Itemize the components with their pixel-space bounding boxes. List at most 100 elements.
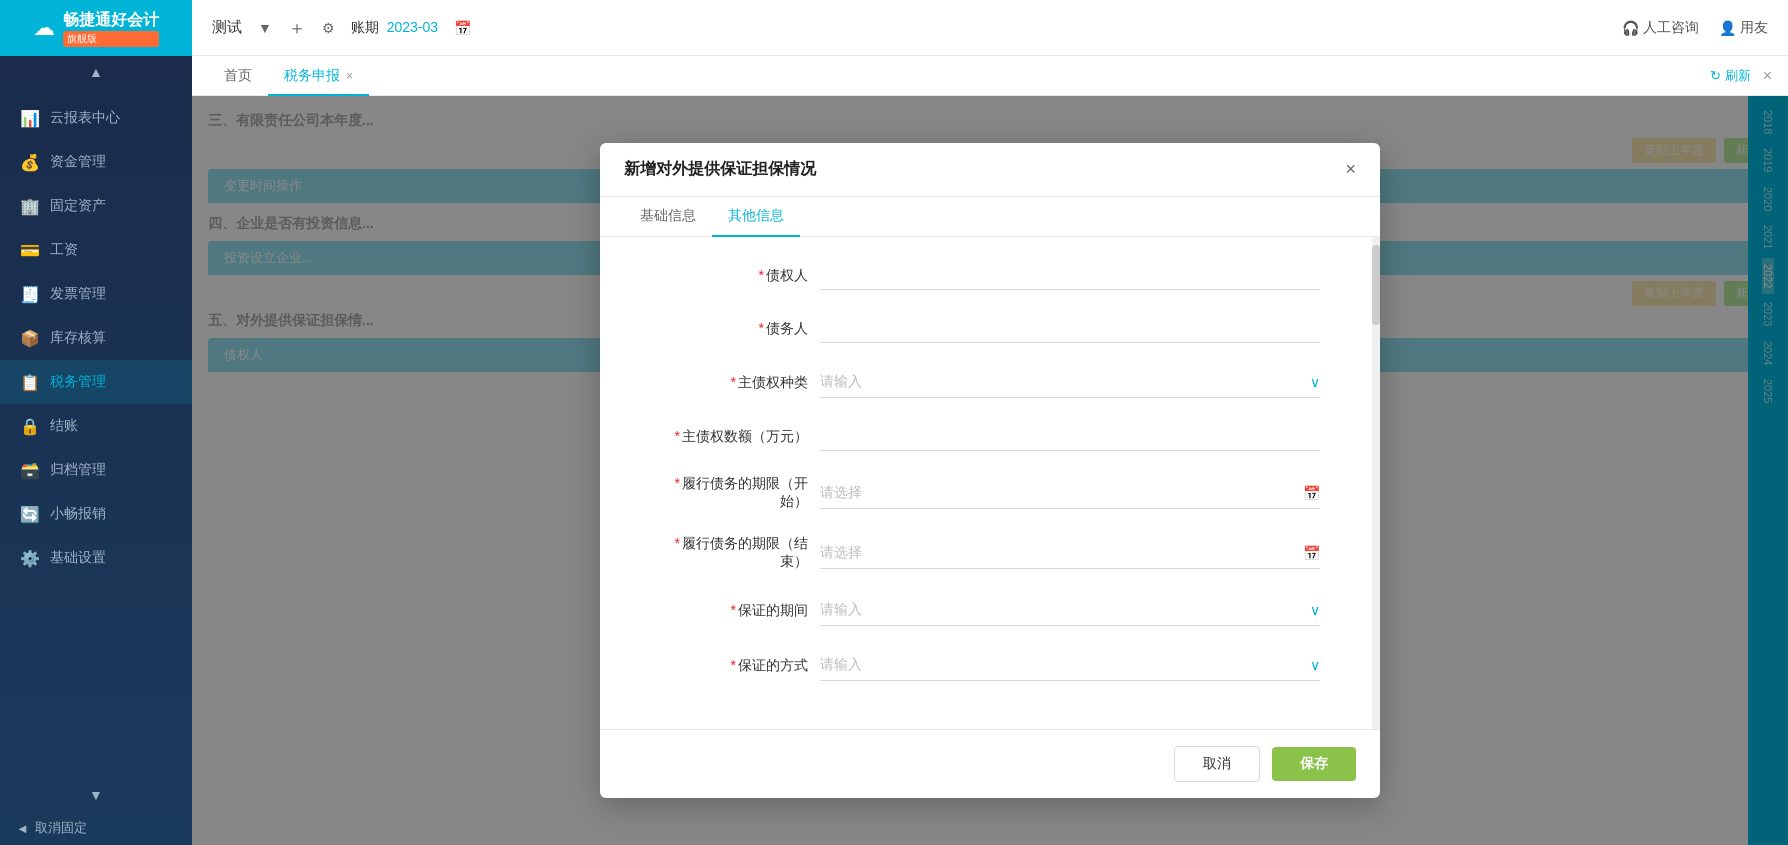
field-period-end: *履行债务的期限（结束） 请选择 📅 [660, 535, 1320, 571]
debt-type-placeholder: 请输入 [820, 373, 862, 391]
period-end-picker[interactable]: 请选择 📅 [820, 538, 1320, 569]
settings-icon: ⚙️ [20, 548, 40, 568]
headset-icon: 🎧 [1622, 20, 1639, 36]
modal-overlay: 新增对外提供保证担保情况 × 基础信息 其他信息 [192, 96, 1788, 845]
sidebar-item-inventory[interactable]: 📦 库存核算 [0, 316, 192, 360]
guarantee-period-select[interactable]: 请输入 ∨ [820, 595, 1320, 626]
panel-close-button[interactable]: × [1763, 67, 1772, 85]
human-service-button[interactable]: 🎧 人工咨询 [1622, 19, 1699, 37]
app-logo: ☁ 畅捷通好会计 旗舰版 [0, 0, 192, 56]
inventory-icon: 📦 [20, 328, 40, 348]
sidebar-item-label: 库存核算 [50, 329, 106, 347]
expense-icon: 🔄 [20, 504, 40, 524]
user-icon: 👤 [1719, 20, 1736, 36]
period-value: 2023-03 [387, 19, 438, 35]
refresh-button[interactable]: ↻ 刷新 [1710, 67, 1751, 85]
sidebar-item-label: 结账 [50, 417, 78, 435]
field-period-start: *履行债务的期限（开始） 请选择 📅 [660, 475, 1320, 511]
field-debt-type: *主债权种类 请输入 ∨ [660, 367, 1320, 398]
company-name: 测试 [212, 18, 242, 37]
guarantee-method-chevron-icon: ∨ [1310, 657, 1320, 673]
modal-tab-basic[interactable]: 基础信息 [624, 197, 712, 236]
main-area: 测试 ▼ ＋ ⚙ 账期 2023-03 📅 🎧 人工咨询 👤 用友 [192, 0, 1788, 845]
sidebar-item-expense[interactable]: 🔄 小畅报销 [0, 492, 192, 536]
add-button[interactable]: ＋ [288, 16, 306, 40]
modal-tab-other[interactable]: 其他信息 [712, 197, 800, 237]
settings-gear-icon[interactable]: ⚙ [322, 20, 335, 36]
debt-amount-label: *主债权数额（万元） [660, 428, 820, 446]
tax-icon: 📋 [20, 372, 40, 392]
sidebar-item-archive[interactable]: 🗃️ 归档管理 [0, 448, 192, 492]
logo-text: 畅捷通好会计 [63, 10, 159, 31]
tab-close-icon[interactable]: × [346, 69, 353, 83]
modal-close-button[interactable]: × [1345, 159, 1356, 180]
tab-home[interactable]: 首页 [208, 56, 268, 96]
unpin-icon: ◄ [16, 821, 29, 836]
period-start-picker[interactable]: 请选择 📅 [820, 478, 1320, 509]
invoice-icon: 🧾 [20, 284, 40, 304]
modal-dialog: 新增对外提供保证担保情况 × 基础信息 其他信息 [600, 143, 1380, 798]
period-end-label: *履行债务的期限（结束） [660, 535, 820, 571]
period-start-label: *履行债务的期限（开始） [660, 475, 820, 511]
creditor-input[interactable] [820, 261, 1320, 290]
top-bar-right: 🎧 人工咨询 👤 用友 [1622, 19, 1768, 37]
debt-type-chevron-icon: ∨ [1310, 374, 1320, 390]
scroll-up-button[interactable]: ▲ [0, 56, 192, 88]
sidebar: ☁ 畅捷通好会计 旗舰版 ▲ 📊 云报表中心 💰 资金管理 🏢 固定资产 💳 [0, 0, 192, 845]
tabs-bar: 首页 税务申报 × ↻ 刷新 × [192, 56, 1788, 96]
modal-footer: 取消 保存 [600, 729, 1380, 798]
refresh-icon: ↻ [1710, 68, 1721, 83]
debtor-input[interactable] [820, 314, 1320, 343]
creditor-label: *债权人 [660, 267, 820, 285]
sidebar-item-close[interactable]: 🔒 结账 [0, 404, 192, 448]
content-area: 三、有限责任公司本年度... 复制上年度 新增 变更时间 操作 四、企业是否有投… [192, 96, 1788, 845]
guarantee-period-label: *保证的期间 [660, 602, 820, 620]
modal-body: *债权人 *债务人 [600, 237, 1380, 729]
company-chevron-icon[interactable]: ▼ [258, 20, 272, 36]
debt-type-select[interactable]: 请输入 ∨ [820, 367, 1320, 398]
sidebar-item-settings[interactable]: ⚙️ 基础设置 [0, 536, 192, 580]
calendar-icon[interactable]: 📅 [454, 20, 471, 36]
close-account-icon: 🔒 [20, 416, 40, 436]
period-start-cal-icon: 📅 [1303, 485, 1320, 501]
fund-icon: 💰 [20, 152, 40, 172]
sidebar-nav: 📊 云报表中心 💰 资金管理 🏢 固定资产 💳 工资 🧾 发票管理 📦 [0, 88, 192, 779]
scrollbar-thumb[interactable] [1372, 245, 1380, 325]
modal-header: 新增对外提供保证担保情况 × [600, 143, 1380, 197]
scroll-down-button[interactable]: ▼ [0, 779, 192, 811]
field-debtor: *债务人 [660, 314, 1320, 343]
guarantee-period-chevron-icon: ∨ [1310, 602, 1320, 618]
archive-icon: 🗃️ [20, 460, 40, 480]
sidebar-item-fixed-asset[interactable]: 🏢 固定资产 [0, 184, 192, 228]
cancel-button[interactable]: 取消 [1174, 746, 1260, 782]
field-guarantee-period: *保证的期间 请输入 ∨ [660, 595, 1320, 626]
field-guarantee-method: *保证的方式 请输入 ∨ [660, 650, 1320, 681]
period-start-placeholder: 请选择 [820, 484, 862, 502]
debt-amount-input[interactable] [820, 422, 1320, 451]
sidebar-item-label: 小畅报销 [50, 505, 106, 523]
sidebar-item-label: 固定资产 [50, 197, 106, 215]
modal-tabs: 基础信息 其他信息 [600, 197, 1380, 237]
tab-tax-declaration[interactable]: 税务申报 × [268, 56, 369, 96]
top-bar: 测试 ▼ ＋ ⚙ 账期 2023-03 📅 🎧 人工咨询 👤 用友 [192, 0, 1788, 56]
user-avatar[interactable]: 👤 用友 [1719, 19, 1768, 37]
save-button[interactable]: 保存 [1272, 747, 1356, 781]
period-end-placeholder: 请选择 [820, 544, 862, 562]
sidebar-item-fund[interactable]: 💰 资金管理 [0, 140, 192, 184]
guarantee-period-placeholder: 请输入 [820, 601, 862, 619]
sidebar-item-label: 资金管理 [50, 153, 106, 171]
sidebar-item-tax[interactable]: 📋 税务管理 [0, 360, 192, 404]
debt-type-label: *主债权种类 [660, 374, 820, 392]
sidebar-item-label: 税务管理 [50, 373, 106, 391]
sidebar-item-label: 云报表中心 [50, 109, 120, 127]
guarantee-method-select[interactable]: 请输入 ∨ [820, 650, 1320, 681]
sidebar-item-cloud-report[interactable]: 📊 云报表中心 [0, 96, 192, 140]
sidebar-item-label: 归档管理 [50, 461, 106, 479]
cancel-fixed-button[interactable]: ◄ 取消固定 [0, 811, 192, 845]
sidebar-item-payroll[interactable]: 💳 工资 [0, 228, 192, 272]
logo-badge: 旗舰版 [63, 31, 159, 47]
field-debt-amount: *主债权数额（万元） [660, 422, 1320, 451]
fixed-asset-icon: 🏢 [20, 196, 40, 216]
modal-scrollbar[interactable] [1372, 237, 1380, 729]
sidebar-item-invoice[interactable]: 🧾 发票管理 [0, 272, 192, 316]
